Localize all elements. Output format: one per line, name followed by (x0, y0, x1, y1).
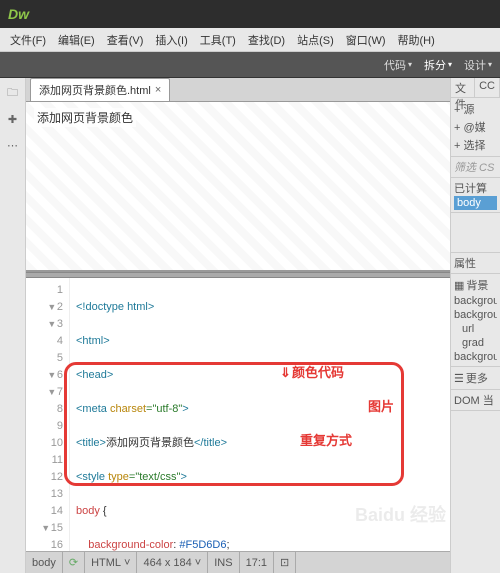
chevron-down-icon: ˅ (195, 557, 201, 569)
more-button[interactable]: ☰ 更多 (454, 369, 497, 387)
menu-help[interactable]: 帮助(H) (392, 30, 441, 50)
menu-window[interactable]: 窗口(W) (340, 30, 392, 50)
selected-element[interactable]: body (454, 196, 497, 210)
dom-label[interactable]: DOM (454, 395, 480, 407)
tab-close-icon[interactable]: × (155, 84, 161, 96)
chevron-down-icon: ▾ (408, 60, 412, 69)
view-code-button[interactable]: 代码▾ (384, 57, 412, 73)
panel-select-row[interactable]: + 选择 (454, 136, 497, 154)
left-toolbar: 🗀 ✚ ⋯ (0, 78, 26, 573)
menu-find[interactable]: 查找(D) (242, 30, 291, 50)
status-tag[interactable]: body (26, 552, 63, 573)
prop-bgcolor[interactable]: background-color (454, 294, 497, 308)
panel-source-row[interactable]: + 源 (454, 100, 497, 118)
menu-edit[interactable]: 编辑(E) (52, 30, 101, 50)
chevron-down-icon: ˅ (124, 557, 130, 569)
viewbar: 代码▾ 拆分▾ 设计▾ (0, 52, 500, 78)
add-icon[interactable]: ✚ (4, 110, 22, 128)
preview-pane: 添加网页背景颜色 (26, 102, 450, 272)
tab-label: 添加网页背景颜色.html (39, 82, 151, 98)
status-sync-icon[interactable]: ⟳ (63, 552, 85, 573)
computed-label: 已计算 (454, 180, 497, 196)
app-logo: Dw (8, 6, 29, 22)
panel-tab-cc[interactable]: CC (475, 78, 500, 97)
more-icon[interactable]: ⋯ (4, 136, 22, 154)
prop-url[interactable]: url (454, 322, 497, 336)
panel-media-row[interactable]: + @媒 (454, 118, 497, 136)
menu-file[interactable]: 文件(F) (4, 30, 52, 50)
document-tab[interactable]: 添加网页背景颜色.html × (30, 78, 170, 101)
status-lang[interactable]: HTML ˅ (85, 552, 137, 573)
prop-grad[interactable]: grad (454, 336, 497, 350)
code-content[interactable]: <!doctype html> <html> <head> <meta char… (70, 278, 450, 551)
status-encoding-icon[interactable]: ⊡ (274, 552, 296, 573)
view-split-button[interactable]: 拆分▾ (424, 57, 452, 73)
file-icon[interactable]: 🗀 (4, 84, 22, 102)
menubar: 文件(F) 编辑(E) 查看(V) 插入(I) 工具(T) 查找(D) 站点(S… (0, 28, 500, 52)
statusbar: body ⟳ HTML ˅ 464 x 184 ˅ INS 17:1 ⊡ (26, 551, 450, 573)
code-editor[interactable]: 1▼2▼345▼6▼7891011121314▼1516171819 <!doc… (26, 278, 450, 551)
view-design-button[interactable]: 设计▾ (464, 57, 492, 73)
menu-insert[interactable]: 插入(I) (149, 30, 193, 50)
prop-bgrepeat[interactable]: background-repeat (454, 350, 497, 364)
chevron-down-icon: ▾ (448, 60, 452, 69)
titlebar: Dw (0, 0, 500, 28)
menu-view[interactable]: 查看(V) (101, 30, 150, 50)
status-cursor: 17:1 (240, 552, 274, 573)
tab-strip: 添加网页背景颜色.html × (26, 78, 450, 102)
props-title: 属性 (454, 255, 497, 271)
chevron-down-icon: ▾ (488, 60, 492, 69)
status-dimensions[interactable]: 464 x 184 ˅ (137, 552, 208, 573)
preview-title: 添加网页背景颜色 (34, 108, 136, 127)
filter-hint: 筛选 CS (451, 157, 500, 178)
indent-label: 当 (483, 395, 494, 407)
status-ins: INS (208, 552, 239, 573)
menu-tools[interactable]: 工具(T) (194, 30, 242, 50)
line-gutter: 1▼2▼345▼6▼7891011121314▼1516171819 (26, 278, 70, 551)
right-panel: 文件 CC + 源 + @媒 + 选择 筛选 CS 已计算 body 属性 ▦ … (450, 78, 500, 573)
panel-tab-files[interactable]: 文件 (451, 78, 475, 97)
prop-bgimage[interactable]: background-image (454, 308, 497, 322)
bg-section[interactable]: ▦ 背景 (454, 276, 497, 294)
menu-site[interactable]: 站点(S) (291, 30, 340, 50)
